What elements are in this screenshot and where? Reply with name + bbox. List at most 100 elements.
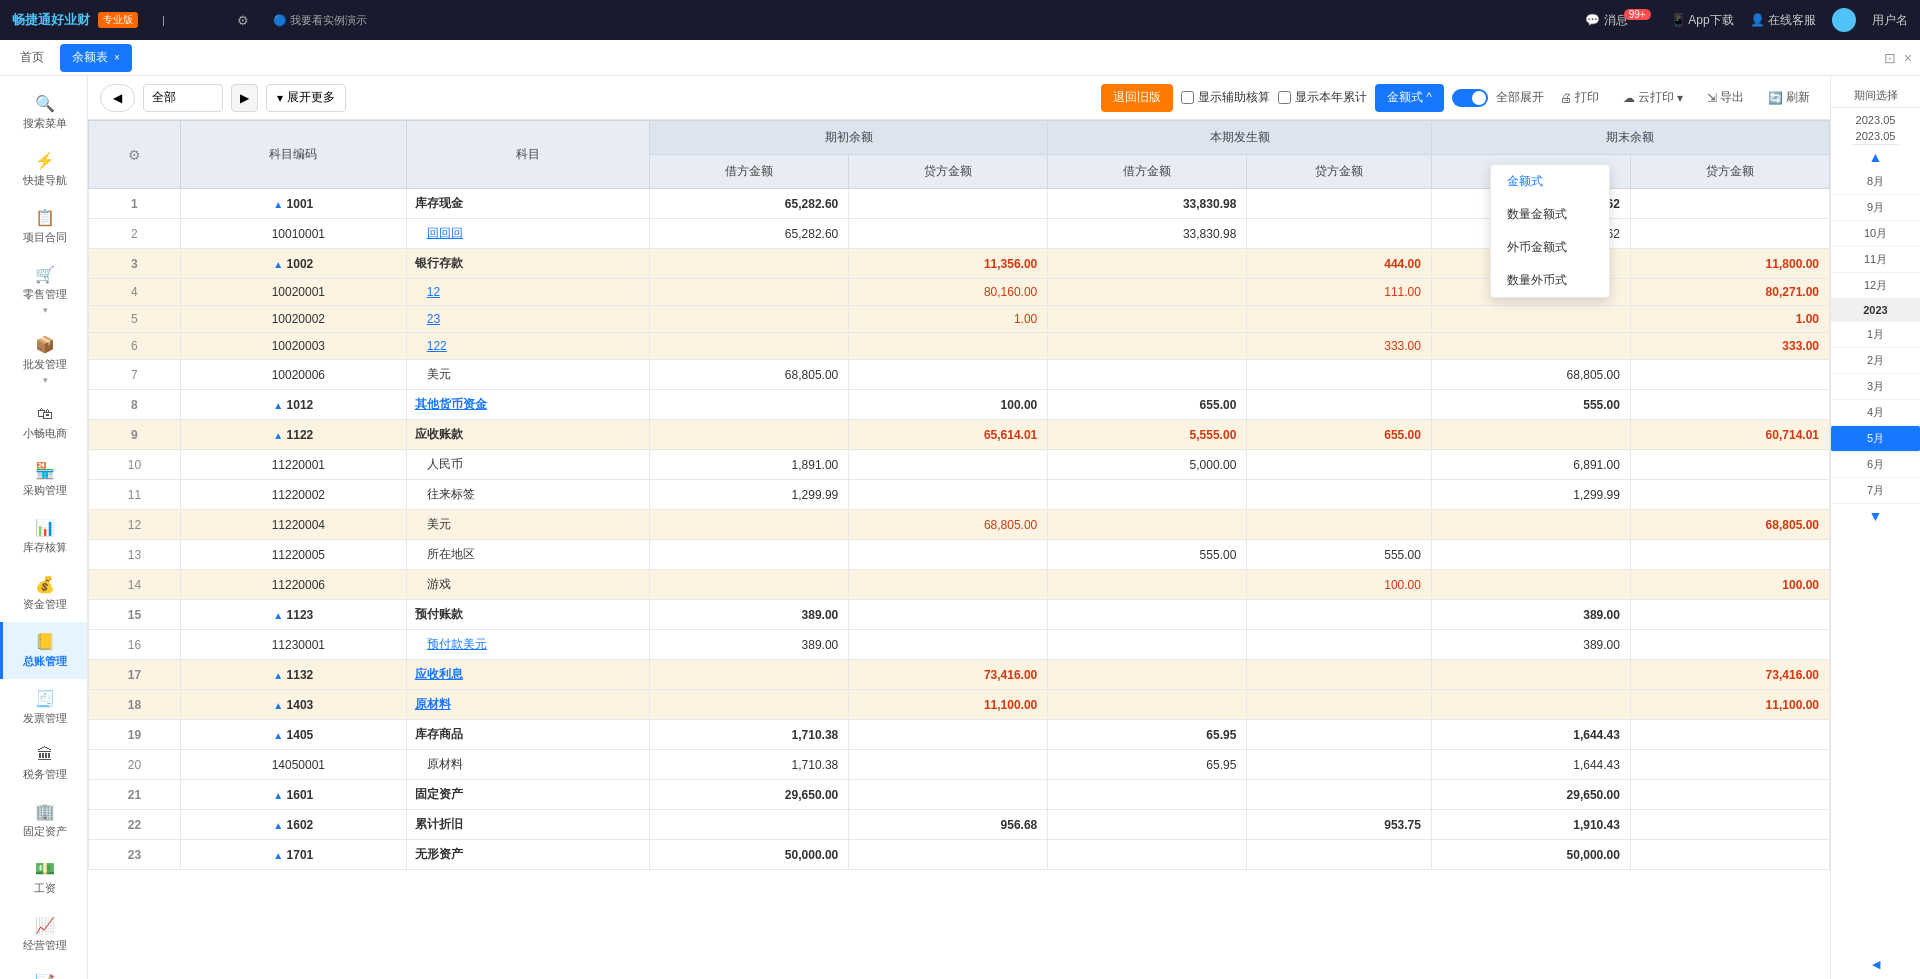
mode-btn[interactable]: 金额式 ^: [1375, 84, 1444, 112]
show-assist-checkbox[interactable]: 显示辅助核算: [1181, 89, 1270, 106]
sidebar-item-project[interactable]: 📋 项目合同: [0, 198, 87, 255]
user-avatar[interactable]: [1832, 8, 1856, 32]
cell-code: ▲ 1001: [180, 189, 406, 219]
table-row: 10 11220001 人民币 1,891.00 5,000.00 6,891.…: [89, 450, 1830, 480]
cell-pb-debit: [650, 306, 849, 333]
month-12[interactable]: 12月: [1831, 273, 1920, 299]
cell-cd-debit: [1048, 570, 1247, 600]
cell-name[interactable]: 预付款美元: [406, 630, 649, 660]
breadcrumb-input[interactable]: [143, 84, 223, 112]
cell-name[interactable]: 回回回: [406, 219, 649, 249]
right-panel-title: 期间选择: [1831, 84, 1920, 108]
demo-link[interactable]: 🔵 我要看实例演示: [273, 13, 367, 28]
purchase-icon: 🏪: [35, 461, 55, 480]
expand-all-toggle[interactable]: [1452, 89, 1488, 107]
app-download-btn[interactable]: 📱 App下载: [1671, 12, 1734, 29]
cell-code: 11220004: [180, 510, 406, 540]
sidebar-item-fixed-assets[interactable]: 🏢 固定资产: [0, 792, 87, 849]
cell-name: 所在地区: [406, 540, 649, 570]
sidebar-item-retail[interactable]: 🛒 零售管理 ▾: [0, 255, 87, 325]
sidebar-item-tax[interactable]: 🏛 税务管理: [0, 736, 87, 792]
month-9[interactable]: 9月: [1831, 195, 1920, 221]
tab-close-btn[interactable]: ×: [114, 52, 120, 63]
cell-cd-debit: [1048, 630, 1247, 660]
show-year-checkbox[interactable]: 显示本年累计: [1278, 89, 1367, 106]
month-11[interactable]: 11月: [1831, 247, 1920, 273]
settings-icon[interactable]: ⚙: [237, 13, 249, 28]
export-btn[interactable]: ⇲ 导出: [1699, 84, 1752, 112]
username: 用户名: [1872, 12, 1908, 29]
cell-name[interactable]: 12: [406, 279, 649, 306]
message-btn[interactable]: 💬 消息99+: [1585, 12, 1654, 29]
sidebar-item-search[interactable]: 🔍 搜索菜单: [0, 84, 87, 141]
sidebar-item-invoice[interactable]: 🧾 发票管理: [0, 679, 87, 736]
month-3[interactable]: 3月: [1831, 374, 1920, 400]
cell-name[interactable]: 其他货币资金: [406, 390, 649, 420]
month-nav-down[interactable]: ▼: [1865, 504, 1887, 528]
month-10[interactable]: 10月: [1831, 221, 1920, 247]
cell-name[interactable]: 应收利息: [406, 660, 649, 690]
tab-close-all-btn[interactable]: ×: [1904, 50, 1912, 66]
dropdown-item-qty-foreign[interactable]: 数量外币式: [1491, 264, 1609, 297]
sidebar-item-capital[interactable]: 💰 资金管理: [0, 565, 87, 622]
month-5[interactable]: 5月: [1831, 426, 1920, 452]
table-row: 7 10020006 美元 68,805.00 68,805.00: [89, 360, 1830, 390]
th-settings[interactable]: ⚙: [89, 121, 181, 189]
cell-pb-debit: 389.00: [650, 600, 849, 630]
cell-cd-debit: 5,000.00: [1048, 450, 1247, 480]
cell-pe-debit: 68,805.00: [1431, 360, 1630, 390]
cell-name[interactable]: 原材料: [406, 690, 649, 720]
dropdown-item-qty-amount[interactable]: 数量金额式: [1491, 198, 1609, 231]
sidebar-item-wholesale[interactable]: 📦 批发管理 ▾: [0, 325, 87, 395]
cell-cd-credit: 333.00: [1247, 333, 1432, 360]
dropdown-item-amount[interactable]: 金额式: [1491, 165, 1609, 198]
cell-pb-debit: 50,000.00: [650, 840, 849, 870]
panel-collapse-btn[interactable]: ◀: [1864, 950, 1888, 979]
month-8[interactable]: 8月: [1831, 169, 1920, 195]
invoice-icon: 🧾: [35, 689, 55, 708]
sidebar-item-report[interactable]: 📝 小畅报销: [0, 963, 87, 979]
cell-cd-credit: [1247, 480, 1432, 510]
cell-name[interactable]: 122: [406, 333, 649, 360]
tab-home[interactable]: 首页: [8, 44, 56, 72]
month-6[interactable]: 6月: [1831, 452, 1920, 478]
cell-pe-debit: 1,644.43: [1431, 750, 1630, 780]
month-7[interactable]: 7月: [1831, 478, 1920, 504]
online-service-btn[interactable]: 👤 在线客服: [1750, 12, 1816, 29]
dropdown-item-foreign-amount[interactable]: 外币金额式: [1491, 231, 1609, 264]
sidebar-item-purchase[interactable]: 🏪 采购管理: [0, 451, 87, 508]
table-row: 16 11230001 预付款美元 389.00 389.00: [89, 630, 1830, 660]
expand-more-btn[interactable]: ▾ 展开更多: [266, 84, 346, 112]
print-btn[interactable]: 🖨 打印: [1552, 84, 1607, 112]
sidebar-item-inventory[interactable]: 📊 库存核算: [0, 508, 87, 565]
sidebar-item-operations[interactable]: 📈 经营管理: [0, 906, 87, 963]
cell-name[interactable]: 23: [406, 306, 649, 333]
sidebar-item-general-ledger[interactable]: 📒 总账管理: [0, 622, 87, 679]
cloud-print-btn[interactable]: ☁ 云打印 ▾: [1615, 84, 1691, 112]
nav-left-btn[interactable]: ◀: [100, 84, 135, 112]
cell-cd-credit: [1247, 630, 1432, 660]
cell-code: ▲ 1403: [180, 690, 406, 720]
cell-code: 11230001: [180, 630, 406, 660]
cell-pe-debit: [1431, 540, 1630, 570]
tab-balance-sheet[interactable]: 余额表 ×: [60, 44, 132, 72]
table-row: 15 ▲ 1123 预付账款 389.00 389.00: [89, 600, 1830, 630]
return-old-btn[interactable]: 退回旧版: [1101, 84, 1173, 112]
cell-name: 固定资产: [406, 780, 649, 810]
refresh-btn[interactable]: 🔄 刷新: [1760, 84, 1818, 112]
cell-cd-credit: 111.00: [1247, 279, 1432, 306]
nav-right-btn[interactable]: ▶: [231, 84, 258, 112]
sidebar-item-quick-nav[interactable]: ⚡ 快捷导航: [0, 141, 87, 198]
tab-restore-btn[interactable]: ⊡: [1884, 50, 1896, 66]
cell-pb-credit: 11,100.00: [849, 690, 1048, 720]
month-nav-up[interactable]: ▲: [1865, 145, 1887, 169]
tab-bar: 首页 余额表 × ⊡ ×: [0, 40, 1920, 76]
cell-name: 累计折旧: [406, 810, 649, 840]
month-1[interactable]: 1月: [1831, 322, 1920, 348]
cell-no: 9: [89, 420, 181, 450]
month-2[interactable]: 2月: [1831, 348, 1920, 374]
sidebar-item-ecommerce[interactable]: 🛍 小畅电商: [0, 395, 87, 451]
period-start: 2023.05: [1852, 112, 1900, 128]
sidebar-item-salary[interactable]: 💵 工资: [0, 849, 87, 906]
month-4[interactable]: 4月: [1831, 400, 1920, 426]
